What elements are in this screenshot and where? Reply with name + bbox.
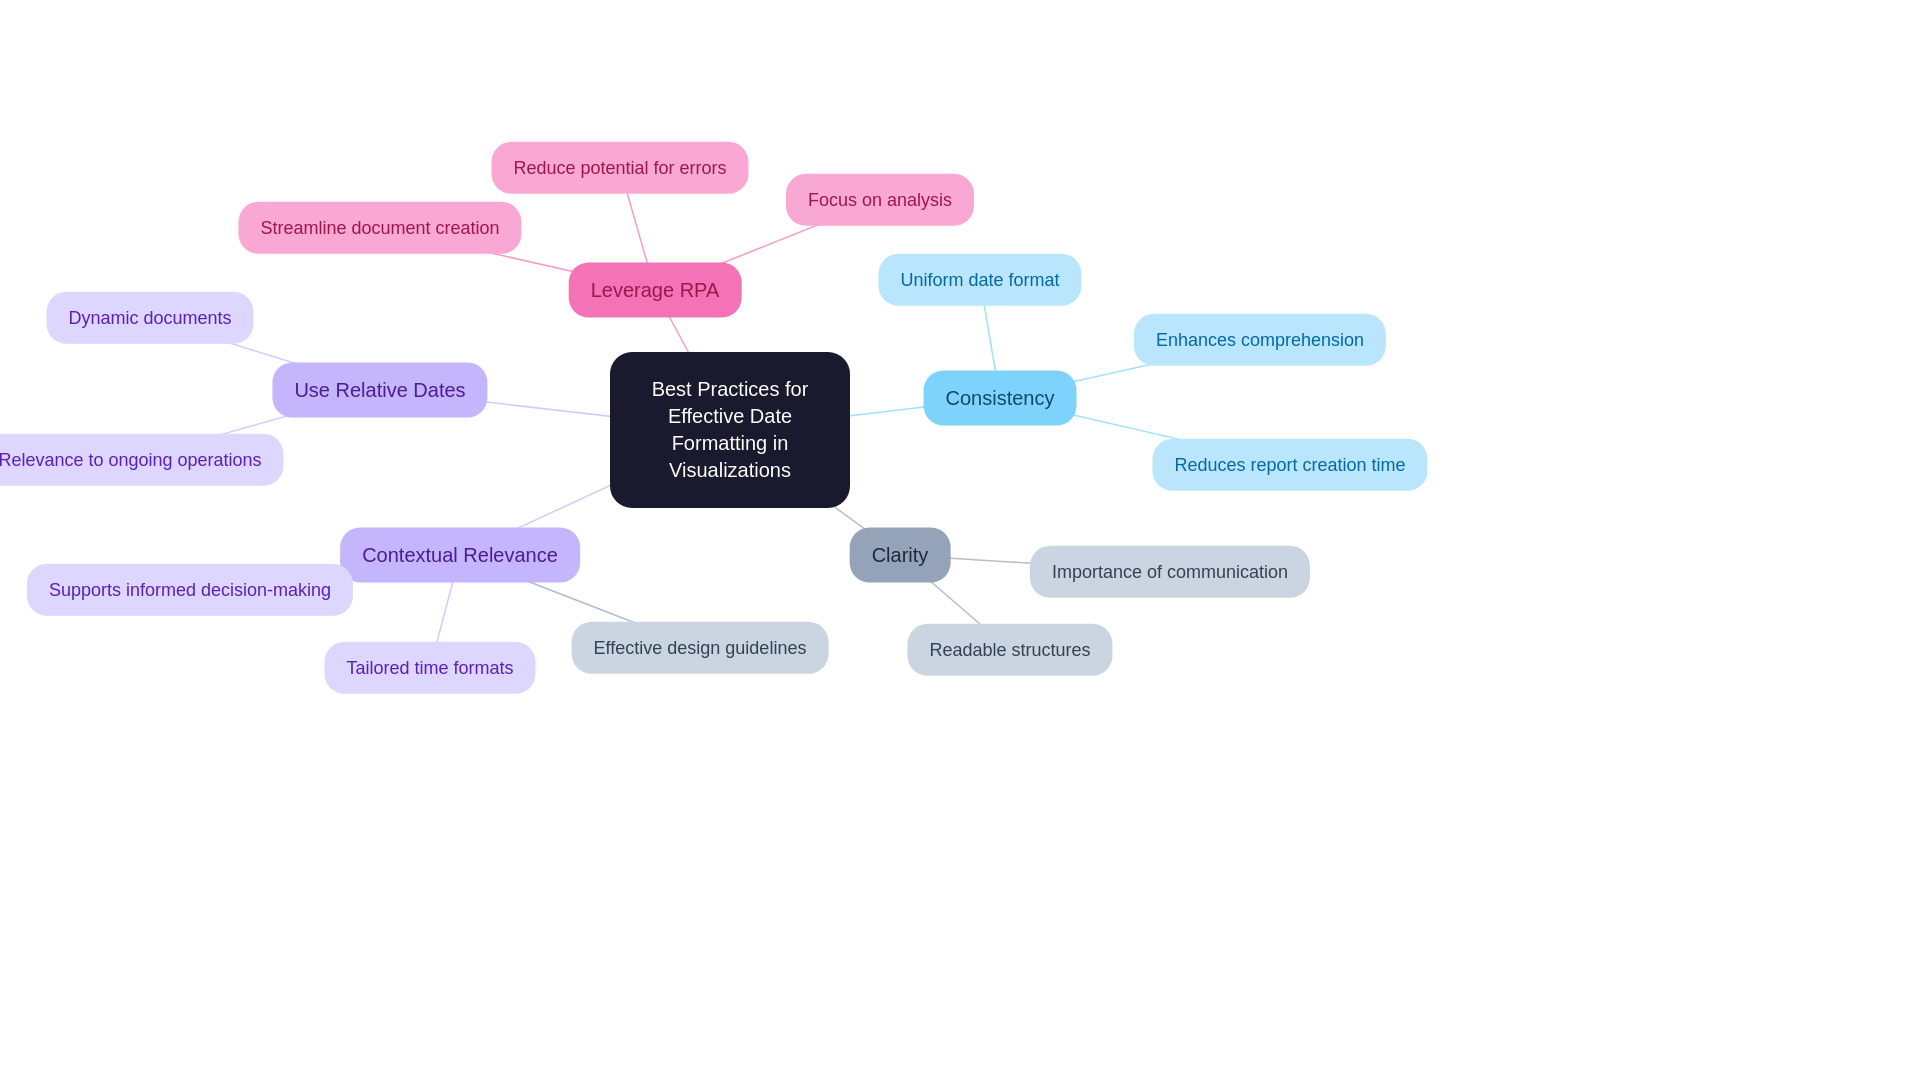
mind-map-canvas: Best Practices for Effective Date Format…: [0, 0, 1920, 1083]
node-clarity: Clarity: [850, 528, 951, 583]
node-center: Best Practices for Effective Date Format…: [610, 352, 850, 508]
node-relevance-ops: Relevance to ongoing operations: [0, 434, 284, 486]
node-effective-design: Effective design guidelines: [572, 622, 829, 674]
node-supports-decision: Supports informed decision-making: [27, 564, 353, 616]
node-enhances-comp: Enhances comprehension: [1134, 314, 1386, 366]
node-contextual-rel: Contextual Relevance: [340, 528, 580, 583]
node-tailored-time: Tailored time formats: [324, 642, 535, 694]
node-leverage-rpa: Leverage RPA: [569, 263, 742, 318]
node-uniform-date: Uniform date format: [878, 254, 1081, 306]
connections-svg: [0, 0, 1920, 1083]
node-importance-comm: Importance of communication: [1030, 546, 1310, 598]
node-streamline-doc: Streamline document creation: [238, 202, 521, 254]
node-reduce-errors: Reduce potential for errors: [491, 142, 748, 194]
node-dynamic-docs: Dynamic documents: [46, 292, 253, 344]
node-reduces-report: Reduces report creation time: [1152, 439, 1427, 491]
node-consistency: Consistency: [924, 371, 1077, 426]
node-readable-struct: Readable structures: [907, 624, 1112, 676]
node-focus-analysis: Focus on analysis: [786, 174, 974, 226]
node-use-relative: Use Relative Dates: [272, 363, 487, 418]
